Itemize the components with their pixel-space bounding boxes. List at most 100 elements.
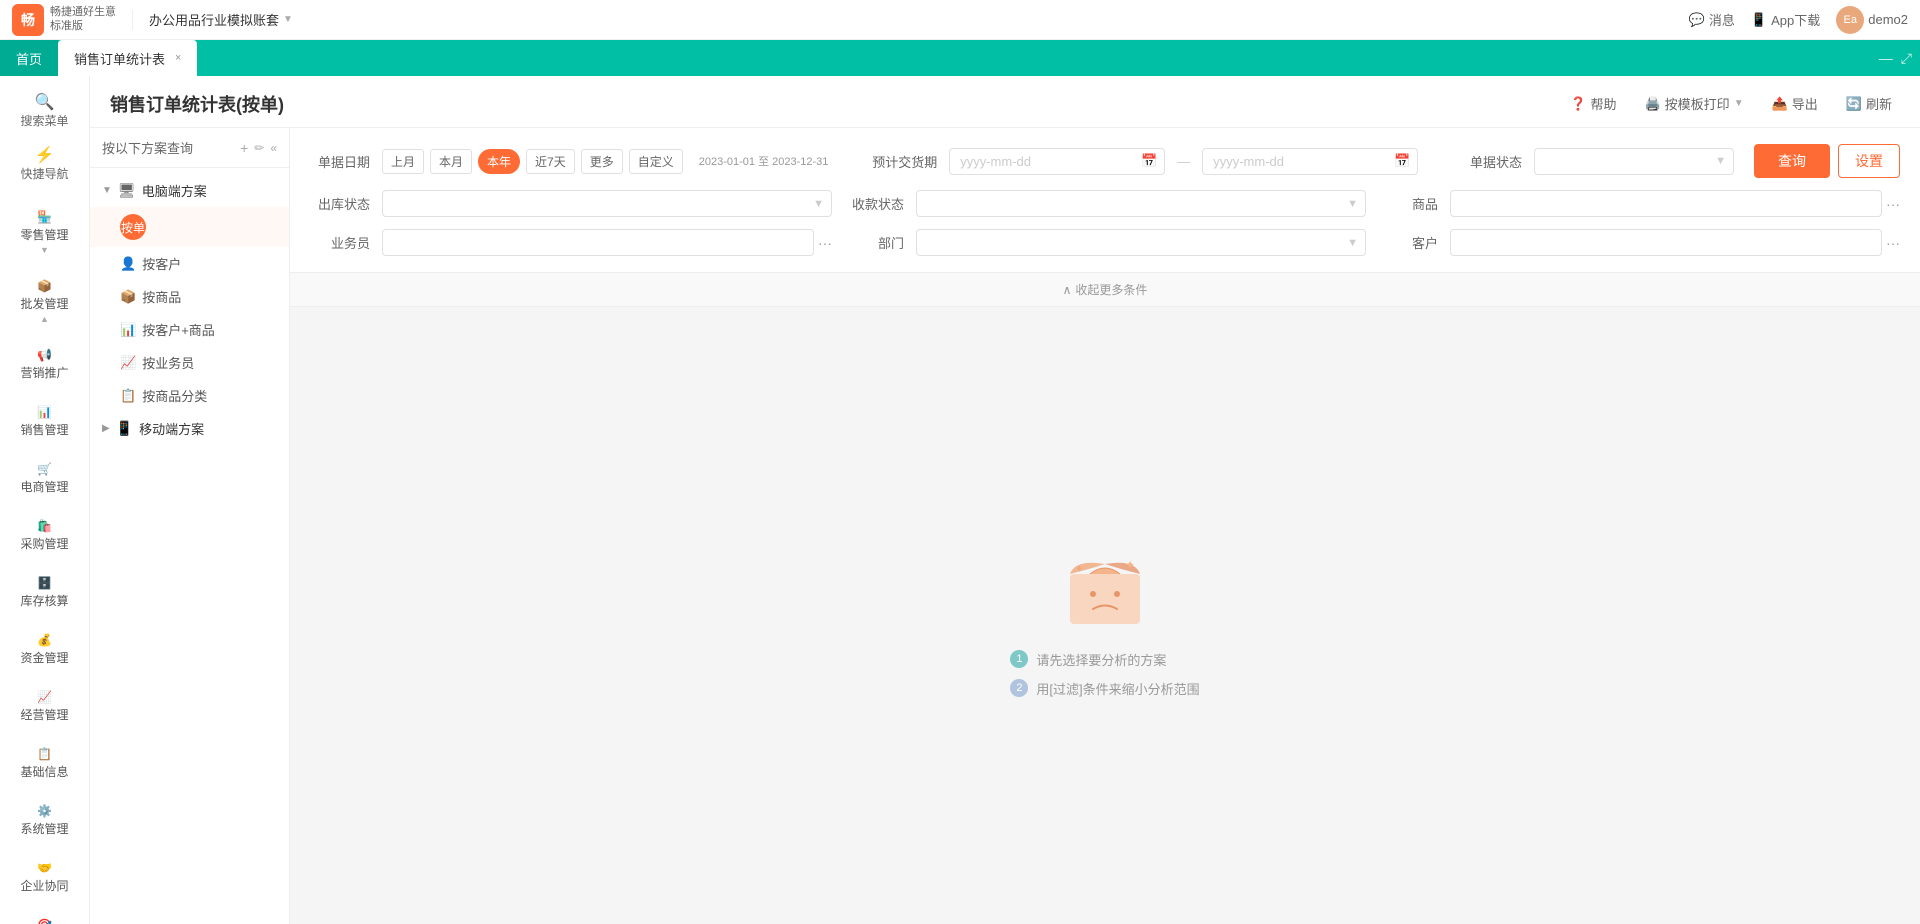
tab-minimize-button[interactable]: — xyxy=(1879,50,1893,66)
date-custom-btn[interactable]: 自定义 xyxy=(629,149,683,174)
scheme-group-mobile-header[interactable]: ▶ 📱 移动端方案 xyxy=(90,412,289,445)
scheme-item-by-category[interactable]: 📋 按商品分类 xyxy=(90,379,289,412)
sidebar-quick-nav[interactable]: ⚡ 快捷导航 xyxy=(0,137,89,190)
goods-field-wrap: ··· xyxy=(1450,190,1900,217)
sidebar-item-marketing[interactable]: 📢 营销推广 xyxy=(0,336,89,393)
payment-status-select[interactable] xyxy=(916,190,1366,217)
sidebar-item-sales[interactable]: 📊 销售管理 xyxy=(0,393,89,450)
scheme-item-icon: 👤 xyxy=(120,256,136,272)
goods-input[interactable] xyxy=(1450,190,1882,217)
customer-input[interactable] xyxy=(1450,229,1882,256)
left-scheme-panel: 按以下方案查询 + ✏ « ▼ 🖥 电脑端方案 xyxy=(90,128,290,924)
svg-text:✦: ✦ xyxy=(1075,564,1083,575)
scheme-item-by-customer[interactable]: 👤 按客户 xyxy=(90,247,289,280)
tip-text-2: 用[过滤]条件来缩小分析范围 xyxy=(1036,679,1199,698)
date-this-year-btn[interactable]: 本年 xyxy=(478,149,520,174)
sidebar-item-ecommerce[interactable]: 🛒 电商管理 xyxy=(0,450,89,507)
collapse-text: 收起更多条件 xyxy=(1075,281,1147,298)
tab-home[interactable]: 首页 xyxy=(0,40,58,76)
content-area: 销售订单统计表(按单) ❓ 帮助 🖨️ 按模板打印 ▼ 📤 导出 🔄 刷新 xyxy=(90,76,1920,924)
date-more-btn[interactable]: 更多 xyxy=(581,149,623,174)
scheme-item-by-salesman[interactable]: 📈 按业务员 xyxy=(90,346,289,379)
header-right: 💬 消息 📱 App下载 Ea demo2 xyxy=(1689,6,1908,34)
panel-actions: + ✏ « xyxy=(240,140,277,156)
breadcrumb-select[interactable]: 办公用品行业模拟账套 ▼ xyxy=(149,10,293,29)
mobile-icon: 📱 xyxy=(1751,12,1767,28)
payment-status-select-wrap: ▼ xyxy=(916,190,1366,217)
help-button[interactable]: ❓ 帮助 xyxy=(1562,90,1624,117)
salesman-field-wrap: ··· xyxy=(382,229,832,256)
query-button[interactable]: 查询 xyxy=(1754,144,1830,178)
scheme-group-mobile-arrow: ▶ xyxy=(102,423,110,434)
right-content: 单据日期 上月 本月 本年 近7天 更多 自定义 2023-01-01 至 20… xyxy=(290,128,1920,924)
export-button[interactable]: 📤 导出 xyxy=(1764,90,1826,117)
goods-more-icon[interactable]: ··· xyxy=(1886,196,1900,212)
date-last-month-btn[interactable]: 上月 xyxy=(382,149,424,174)
calendar-icon[interactable]: 📅 xyxy=(1141,153,1157,169)
scheme-item-by-customer-goods[interactable]: 📊 按客户+商品 xyxy=(90,313,289,346)
message-icon: 💬 xyxy=(1689,12,1705,28)
sidebar-item-wholesale[interactable]: 📦 批发管理 ▲ xyxy=(0,267,89,336)
salesman-input[interactable] xyxy=(382,229,814,256)
dept-select[interactable] xyxy=(916,229,1366,256)
sidebar-item-management[interactable]: 📈 经营管理 xyxy=(0,678,89,735)
date-7days-btn[interactable]: 近7天 xyxy=(526,149,575,174)
expected-date-start-input[interactable] xyxy=(949,148,1165,175)
scheme-group-mobile: ▶ 📱 移动端方案 xyxy=(90,412,289,445)
logo-text: 畅捷通好生意 标准版 xyxy=(50,6,116,32)
collapse-bar[interactable]: ∧ 收起更多条件 xyxy=(290,273,1920,307)
page-title: 销售订单统计表(按单) xyxy=(110,91,284,117)
tab-sales-order-label: 销售订单统计表 xyxy=(74,49,165,68)
date-label: 单据日期 xyxy=(310,152,370,171)
scheme-group-desktop-label: 电脑端方案 xyxy=(142,181,207,200)
calendar-icon-2[interactable]: 📅 xyxy=(1394,153,1410,169)
status-select[interactable] xyxy=(1534,148,1734,175)
user-profile[interactable]: Ea demo2 xyxy=(1836,6,1908,34)
sidebar-item-retail[interactable]: 🏪 零售管理 ▼ xyxy=(0,198,89,267)
collapse-panel-button[interactable]: « xyxy=(270,141,277,155)
user-name: demo2 xyxy=(1868,12,1908,27)
ship-status-label: 出库状态 xyxy=(310,194,370,213)
tab-bar-actions: — ⤢ xyxy=(1879,50,1920,67)
refresh-button[interactable]: 🔄 刷新 xyxy=(1838,90,1900,117)
refresh-label: 刷新 xyxy=(1866,94,1892,113)
svg-text:✦: ✦ xyxy=(1125,558,1135,572)
messages-label: 消息 xyxy=(1709,10,1735,29)
sidebar-item-system[interactable]: ⚙️ 系统管理 xyxy=(0,792,89,849)
customer-more-icon[interactable]: ··· xyxy=(1886,235,1900,251)
tab-close-icon[interactable]: × xyxy=(175,52,181,64)
template-print-button[interactable]: 🖨️ 按模板打印 ▼ xyxy=(1636,90,1751,117)
add-scheme-button[interactable]: + xyxy=(240,140,248,156)
messages-button[interactable]: 💬 消息 xyxy=(1689,10,1735,29)
tab-sales-order[interactable]: 销售订单统计表 × xyxy=(58,40,197,76)
sidebar-item-basic-info[interactable]: 📋 基础信息 xyxy=(0,735,89,792)
ship-status-select[interactable] xyxy=(382,190,832,217)
top-header: 畅 畅捷通好生意 标准版 办公用品行业模拟账套 ▼ 💬 消息 📱 App下载 E… xyxy=(0,0,1920,40)
scheme-item-by-order[interactable]: 按单 xyxy=(90,207,289,247)
scheme-group-desktop-header[interactable]: ▼ 🖥 电脑端方案 xyxy=(90,174,289,207)
app-download-button[interactable]: 📱 App下载 xyxy=(1751,10,1820,29)
setting-button[interactable]: 设置 xyxy=(1838,144,1900,178)
sidebar-item-guide[interactable]: 🎯 新手引导 xyxy=(0,906,89,924)
scheme-item-by-goods[interactable]: 📦 按商品 xyxy=(90,280,289,313)
sidebar-item-enterprise[interactable]: 🤝 企业协同 xyxy=(0,849,89,906)
logo-area: 畅 畅捷通好生意 标准版 xyxy=(12,4,116,36)
expected-date-end-input[interactable] xyxy=(1202,148,1418,175)
expected-date-label: 预计交货期 xyxy=(872,152,937,171)
dept-select-wrap: ▼ xyxy=(916,229,1366,256)
date-buttons-group: 上月 本月 本年 近7天 更多 自定义 xyxy=(382,149,683,174)
empty-state: ✦ ✦ 1 请先选择要分析的方案 2 用[过滤]条件来缩小分析范围 xyxy=(290,307,1920,924)
edit-scheme-button[interactable]: ✏ xyxy=(254,141,264,155)
tab-maximize-button[interactable]: ⤢ xyxy=(1901,50,1912,67)
sidebar-item-finance[interactable]: 💰 资金管理 xyxy=(0,621,89,678)
sidebar-item-purchase[interactable]: 🛍️ 采购管理 xyxy=(0,507,89,564)
date-this-month-btn[interactable]: 本月 xyxy=(430,149,472,174)
salesman-more-icon[interactable]: ··· xyxy=(818,235,832,251)
divider xyxy=(132,10,133,30)
avatar: Ea xyxy=(1836,6,1864,34)
sidebar-item-inventory[interactable]: 🗄️ 库存核算 xyxy=(0,564,89,621)
sidebar-search[interactable]: 🔍 搜索菜单 xyxy=(0,84,89,137)
desktop-icon: 🖥 xyxy=(118,182,136,199)
filter-area: 单据日期 上月 本月 本年 近7天 更多 自定义 2023-01-01 至 20… xyxy=(290,128,1920,273)
date-range-dash: — xyxy=(1177,154,1190,169)
